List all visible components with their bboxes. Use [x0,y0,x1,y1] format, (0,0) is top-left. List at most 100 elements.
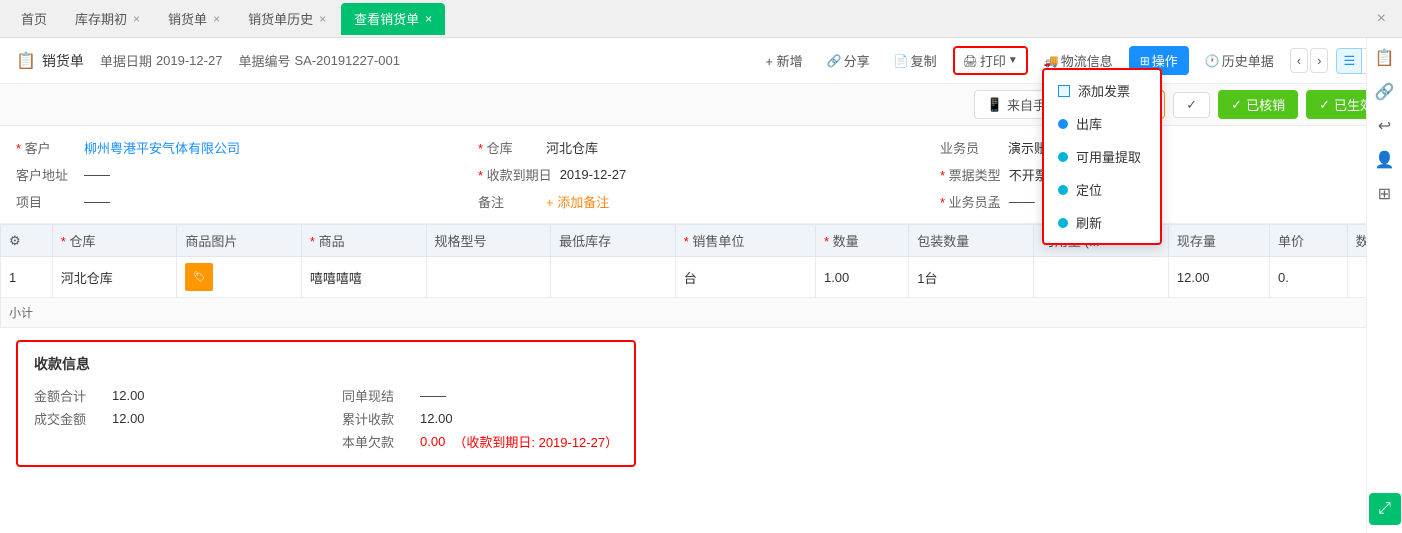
arrears-label: 本单欠款 [342,432,412,451]
tab-sales-order[interactable]: 销货单 × [155,3,233,35]
cumulative-value: 12.00 [420,411,453,426]
tab-bar: 首页 库存期初 × 销货单 × 销货单历史 × 查看销货单 × × [0,0,1402,38]
doc-number-section: 单据编号 SA-20191227-001 [238,51,400,70]
note-add-btn[interactable]: + 添加备注 [546,192,609,211]
canceled-button[interactable]: ✓ 已核销 [1218,90,1298,119]
date-label: 单据日期 [100,51,152,70]
side-grid-btn[interactable]: ⊞ [1369,178,1401,210]
layout-list-btn[interactable]: ☰ [1336,48,1362,74]
document-title: 📋 销货单 [16,51,84,71]
row-quantity: 1.00 [815,257,908,298]
confirm-button[interactable]: ✓ [1173,92,1210,118]
salesperson2-label: 业务员孟 [940,192,1001,211]
product-image: 🏷 [185,263,213,291]
tab-sales-history[interactable]: 销货单历史 × [235,3,339,35]
transaction-value: 12.00 [112,411,145,426]
payment-section: 收款信息 金额合计 12.00 成交金额 12.00 同单现结 —— [0,328,1402,479]
side-user-btn[interactable]: 👤 [1369,144,1401,176]
note-label: 备注 [478,192,538,211]
note-row: 备注 + 添加备注 [478,192,924,211]
payment-grid: 金额合计 12.00 成交金额 12.00 同单现结 —— 累计收款 [34,384,618,453]
side-return-btn[interactable]: ↩ [1369,110,1401,142]
tab-sales-history-close[interactable]: × [319,12,326,26]
tab-view-sales[interactable]: 查看销货单 × [341,3,445,35]
tab-sales-order-close[interactable]: × [213,12,220,26]
row-available [1033,257,1168,298]
cumulative-label: 累计收款 [342,409,412,428]
prev-arrow[interactable]: ‹ [1290,48,1308,73]
operation-icon: ⊞ [1140,54,1150,68]
effective-check-icon: ✓ [1319,97,1330,113]
col-spec: 规格型号 [426,225,551,257]
row-unit: 台 [675,257,815,298]
ticket-type-label: 票据类型 [940,165,1001,184]
row-pack-qty: 1台 [909,257,1034,298]
share-button[interactable]: 🔗 分享 [819,47,878,74]
out-stock-item[interactable]: 出库 [1044,107,1160,140]
settlement-value: —— [420,388,446,403]
cumulative-row: 累计收款 12.00 [342,407,618,430]
arrears-note: （收款到期日: 2019-12-27） [453,432,618,451]
side-link-btn[interactable]: 🔗 [1369,76,1401,108]
col-min-stock: 最低库存 [551,225,676,257]
row-unit-price: 0. [1270,257,1348,298]
payment-right: 同单现结 —— 累计收款 12.00 本单欠款 0.00 （收款到期日: 201… [342,384,618,453]
print-icon: 🖨 [963,54,978,68]
col-quantity: 数量 [815,225,908,257]
row-warehouse: 河北仓库 [52,257,177,298]
row-current-stock: 12.00 [1168,257,1269,298]
salesperson-label: 业务员 [940,138,1000,157]
available-pick-item[interactable]: 可用量提取 [1044,140,1160,173]
add-invoice-item[interactable]: 添加发票 [1044,74,1160,107]
tab-inventory-init[interactable]: 库存期初 × [62,3,153,35]
col-warehouse: 仓库 [52,225,177,257]
row-image: 🏷 [177,257,302,298]
address-label: 客户地址 [16,165,76,184]
phone-icon: 📱 [987,97,1003,113]
transaction-label: 成交金额 [34,409,104,428]
project-label: 项目 [16,192,76,211]
row-product: 嘻嘻嘻嘻 [301,257,426,298]
tab-home[interactable]: 首页 [8,3,60,35]
tab-view-sales-close[interactable]: × [425,12,432,26]
col-current-stock: 现存量 [1168,225,1269,257]
plus-icon: + [546,195,554,210]
sales-order-icon: 📋 [16,51,36,71]
history-button[interactable]: 🕐 历史单据 [1197,47,1282,74]
date-value: 2019-12-27 [156,53,223,68]
customer-row: 客户 柳州粤港平安气体有限公司 [16,138,462,157]
warehouse-label: 仓库 [478,138,538,157]
window-close-button[interactable]: × [1369,6,1394,32]
doc-type-label: 销货单 [42,51,84,71]
col-settings[interactable]: ⚙ [1,225,53,257]
settlement-row: 同单现结 —— [342,384,618,407]
share-icon: 🔗 [827,54,842,68]
print-dropdown-icon: ▼ [1008,55,1018,66]
row-min-stock [551,257,676,298]
row-seq: 1 [1,257,53,298]
copy-button[interactable]: 📄 复制 [886,47,945,74]
ticket-type-row: 票据类型 不开票 [940,165,1386,184]
payment-title: 收款信息 [34,354,618,374]
doc-meta: 单据日期 2019-12-27 单据编号 SA-20191227-001 [100,51,400,70]
print-button[interactable]: 🖨 打印 ▼ [953,46,1028,75]
tab-inventory-init-close[interactable]: × [133,12,140,26]
project-value: —— [84,194,110,209]
locate-item[interactable]: 定位 [1044,173,1160,206]
out-stock-icon [1058,119,1068,129]
address-row: 客户地址 —— [16,165,462,184]
new-button[interactable]: + 新增 [757,47,810,74]
payment-date-value: 2019-12-27 [560,167,627,182]
salesperson2-row: 业务员孟 —— [940,192,1386,211]
next-arrow[interactable]: › [1310,48,1328,73]
customer-value[interactable]: 柳州粤港平安气体有限公司 [84,138,240,157]
side-clipboard-btn[interactable]: 📋 [1369,42,1401,74]
side-expand-btn[interactable]: ⤢ [1369,493,1401,525]
col-product: 商品 [301,225,426,257]
check-circle-icon: ✓ [1231,97,1242,113]
form-section: 客户 柳州粤港平安气体有限公司 仓库 河北仓库 业务员 演示账号 客户地址 ——… [0,126,1402,223]
row-spec [426,257,551,298]
refresh-item[interactable]: 刷新 [1044,206,1160,239]
refresh-icon [1058,218,1068,228]
table-section: ⚙ 仓库 商品图片 商品 规格型号 最低库存 销售单位 数量 包装数量 可用量 … [0,223,1402,328]
